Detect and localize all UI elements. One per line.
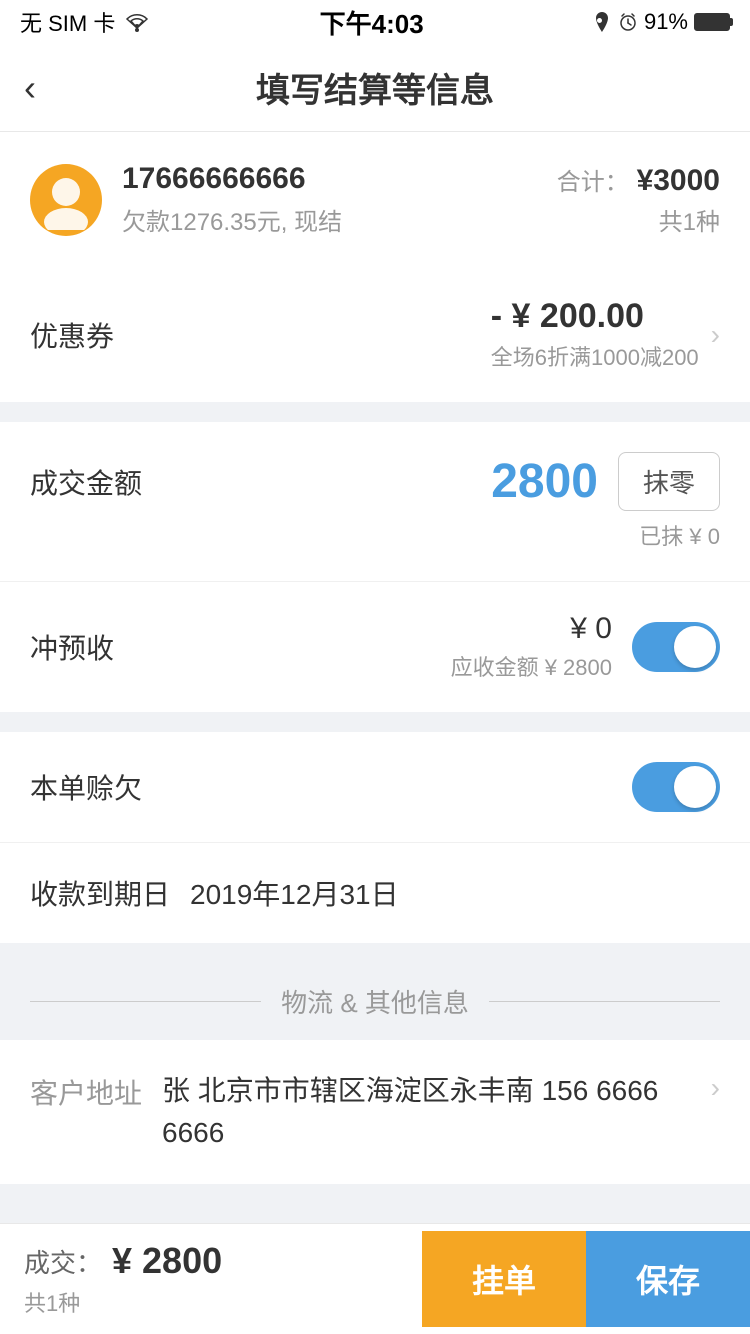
duedate-section: 收款到期日 2019年12月31日	[0, 842, 750, 943]
customer-phone: 17666666666	[122, 162, 342, 196]
address-label: 客户地址	[30, 1070, 142, 1112]
logistics-header: 物流 & 其他信息	[0, 963, 750, 1040]
status-time: 下午4:03	[320, 4, 424, 41]
bottom-total-row: 成交： ¥ 2800	[24, 1240, 398, 1282]
transaction-sub: 已抹 ¥ 0	[30, 519, 720, 551]
round-button[interactable]: 抹零	[618, 452, 720, 511]
page-title: 填写结算等信息	[256, 63, 494, 112]
total-amount: ¥3000	[637, 164, 720, 197]
nav-bar: ‹ 填写结算等信息	[0, 44, 750, 132]
transaction-section: 成交金额 2800 抹零 已抹 ¥ 0 冲预收 ¥ 0 应收金额 ¥ 2800	[0, 422, 750, 712]
coupon-desc: 全场6折满1000减200	[491, 340, 699, 372]
transaction-right: 2800 抹零	[491, 452, 720, 511]
save-button[interactable]: 保存	[586, 1231, 750, 1327]
bottom-summary: 成交： ¥ 2800 共1种	[0, 1224, 422, 1334]
status-right: 91%	[592, 9, 730, 35]
back-button[interactable]: ‹	[24, 67, 36, 109]
address-inner[interactable]: 客户地址 张 北京市市辖区海淀区永丰南 156 6666 6666 ›	[0, 1040, 750, 1184]
total-label: 合计：	[557, 169, 629, 196]
section-divider-1	[0, 402, 750, 422]
logistics-line-left	[30, 1001, 261, 1002]
transaction-label: 成交金额	[30, 462, 142, 502]
logistics-header-text: 物流 & 其他信息	[281, 983, 469, 1020]
coupon-right: - ¥ 200.00 全场6折满1000减200 ›	[491, 297, 720, 372]
prepay-sub: 应收金额 ¥ 2800	[451, 650, 612, 682]
prepay-amount: ¥ 0	[451, 612, 612, 646]
address-section[interactable]: 客户地址 张 北京市市辖区海淀区永丰南 156 6666 6666 ›	[0, 1040, 750, 1184]
sim-indicator: 无 SIM 卡	[20, 6, 115, 38]
credit-inner: 本单赊欠	[0, 732, 750, 842]
bottom-bar: 成交： ¥ 2800 共1种 挂单 保存	[0, 1223, 750, 1334]
prepay-row: 冲预收 ¥ 0 应收金额 ¥ 2800	[30, 612, 720, 682]
status-left: 无 SIM 卡	[20, 6, 151, 38]
prepay-amount-block: ¥ 0 应收金额 ¥ 2800	[451, 612, 612, 682]
credit-label: 本单赊欠	[30, 767, 142, 807]
battery-icon	[694, 13, 730, 31]
address-chevron-icon: ›	[711, 1070, 720, 1104]
coupon-amount: - ¥ 200.00	[491, 297, 699, 336]
content-area: 17666666666 欠款1276.35元, 现结 合计： ¥3000 共1种…	[0, 132, 750, 1304]
transaction-inner: 成交金额 2800 抹零 已抹 ¥ 0	[0, 422, 750, 581]
coupon-amount-block: - ¥ 200.00 全场6折满1000减200	[491, 297, 699, 372]
location-icon	[592, 12, 612, 32]
section-divider-2	[0, 712, 750, 732]
logistics-line-right	[489, 1001, 720, 1002]
customer-info-section: 17666666666 欠款1276.35元, 现结 合计： ¥3000 共1种	[0, 132, 750, 267]
total-count: 共1种	[557, 202, 720, 237]
coupon-label: 优惠券	[30, 315, 114, 355]
customer-details: 17666666666 欠款1276.35元, 现结	[122, 162, 342, 237]
bottom-count: 共1种	[24, 1286, 398, 1318]
prepay-label: 冲预收	[30, 627, 114, 667]
duedate-label: 收款到期日	[30, 873, 170, 913]
credit-toggle[interactable]	[632, 762, 720, 812]
avatar-icon	[36, 170, 96, 230]
address-value: 张 北京市市辖区海淀区永丰南 156 6666 6666	[162, 1070, 701, 1154]
transaction-amount: 2800	[491, 454, 598, 509]
bottom-total-label: 成交：	[24, 1243, 102, 1280]
prepay-section: 冲预收 ¥ 0 应收金额 ¥ 2800	[0, 581, 750, 712]
bottom-total-amount: ¥ 2800	[112, 1240, 222, 1282]
alarm-icon	[618, 12, 638, 32]
wifi-icon	[123, 12, 151, 32]
total-label-row: 合计： ¥3000	[557, 162, 720, 198]
customer-subtext: 欠款1276.35元, 现结	[122, 202, 342, 237]
coupon-section[interactable]: 优惠券 - ¥ 200.00 全场6折满1000减200 ›	[0, 267, 750, 402]
status-bar: 无 SIM 卡 下午4:03 91%	[0, 0, 750, 44]
hold-button[interactable]: 挂单	[422, 1231, 586, 1327]
credit-section: 本单赊欠 收款到期日 2019年12月31日	[0, 732, 750, 943]
customer-left: 17666666666 欠款1276.35元, 现结	[30, 162, 342, 237]
logistics-divider	[0, 943, 750, 963]
transaction-row: 成交金额 2800 抹零	[30, 452, 720, 511]
duedate-value: 2019年12月31日	[190, 873, 399, 913]
prepay-toggle[interactable]	[632, 622, 720, 672]
avatar	[30, 164, 102, 236]
customer-total: 合计： ¥3000 共1种	[557, 162, 720, 237]
prepay-right: ¥ 0 应收金额 ¥ 2800	[451, 612, 720, 682]
coupon-row[interactable]: 优惠券 - ¥ 200.00 全场6折满1000减200 ›	[0, 267, 750, 402]
coupon-chevron-icon: ›	[711, 319, 720, 351]
battery-percent: 91%	[644, 9, 688, 35]
